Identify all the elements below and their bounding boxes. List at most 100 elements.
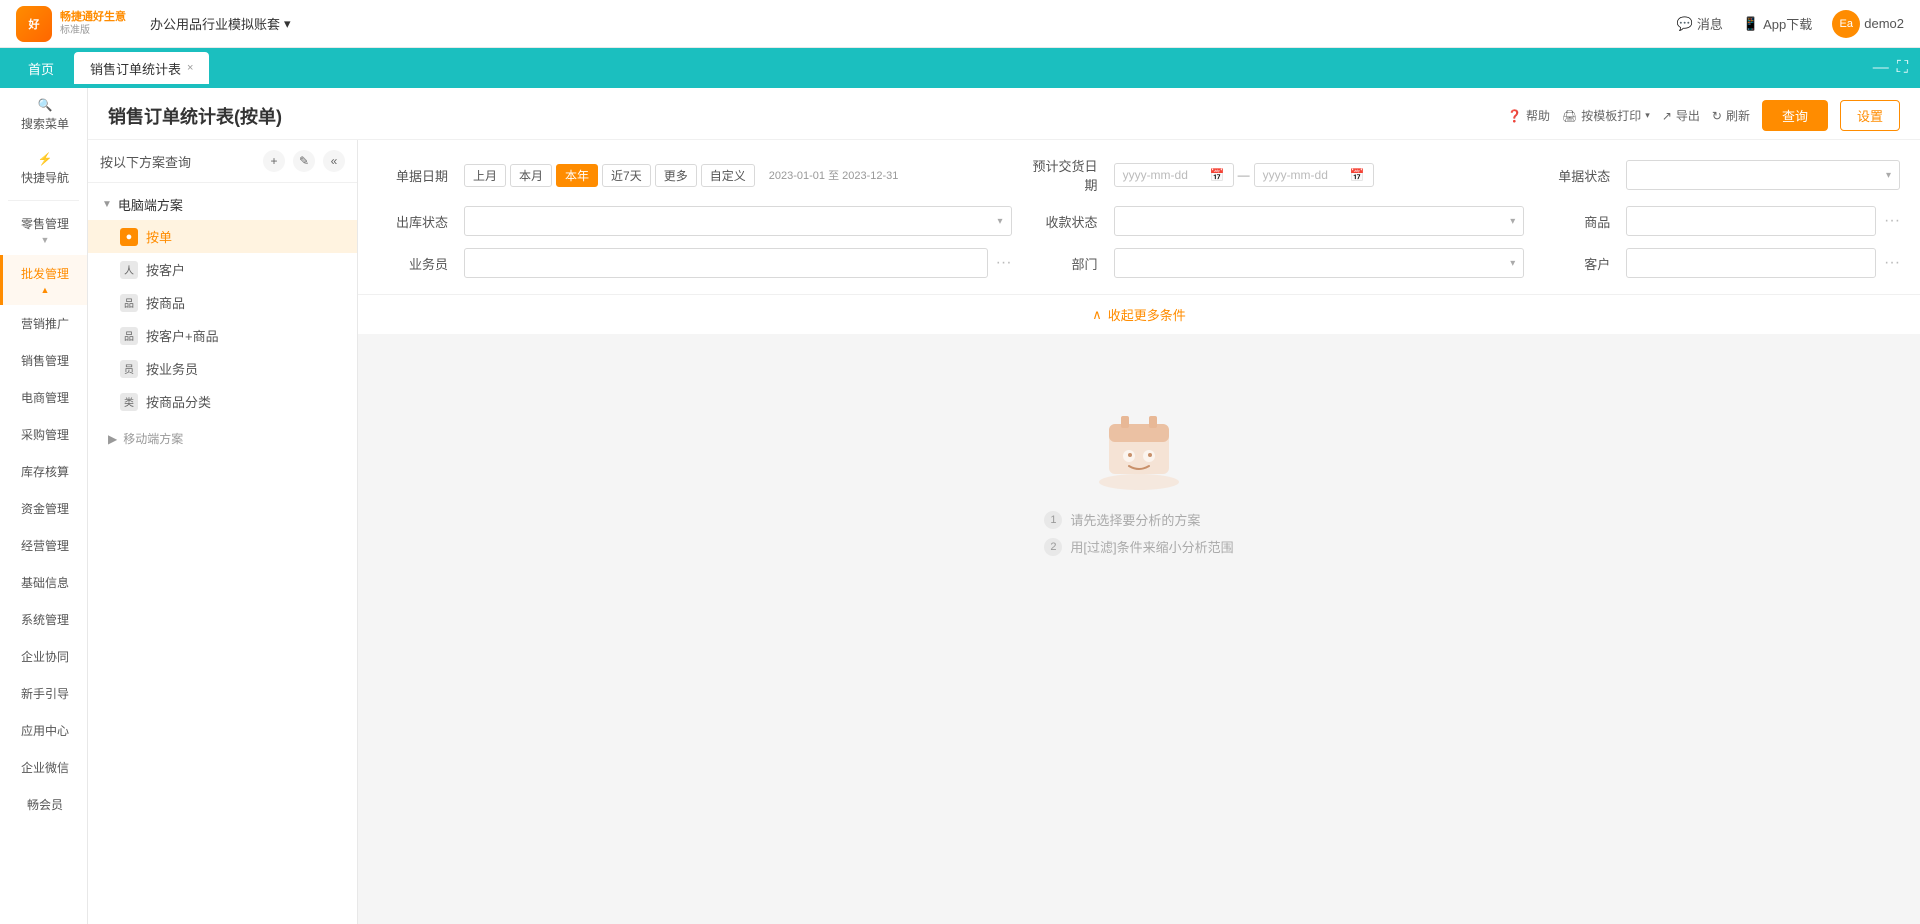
user-profile[interactable]: Ea demo2 xyxy=(1832,10,1904,38)
empty-texts: 1 请先选择要分析的方案 2 用[过滤]条件来缩小分析范围 xyxy=(1044,510,1233,556)
empty-num-2: 2 xyxy=(1044,538,1062,556)
this-month-btn[interactable]: 本月 xyxy=(510,164,552,187)
print-dropdown-icon: ▾ xyxy=(1645,110,1650,121)
department-select[interactable]: ▾ xyxy=(1114,248,1525,278)
main-layout: 🔍 搜索菜单 ⚡ 快捷导航 零售管理 ▼ 批发管理 ▲ 营销推广 销售管理 电商… xyxy=(0,88,1920,924)
scheme-item-by-customer-goods[interactable]: 品 按客户+商品 xyxy=(88,319,357,352)
pc-scheme-group: ▼ 电脑端方案 ● 按单 人 按客户 品 xyxy=(88,183,357,424)
ship-status-select[interactable]: ▾ xyxy=(464,206,1012,236)
expected-date-from[interactable]: yyyy-mm-dd 📅 xyxy=(1114,163,1234,187)
goods-select[interactable] xyxy=(1626,206,1876,236)
account-dropdown[interactable]: 办公用品行业模拟账套 ▾ xyxy=(150,14,291,33)
sidebar-item-marketing[interactable]: 营销推广 xyxy=(0,305,87,342)
expected-date-to-placeholder: yyyy-mm-dd xyxy=(1263,168,1328,182)
sidebar-item-quick-nav[interactable]: ⚡ 快捷导航 xyxy=(0,142,87,196)
empty-illustration xyxy=(1079,394,1199,494)
ship-status-arrow-icon: ▾ xyxy=(998,216,1003,227)
collapse-icon: « xyxy=(331,154,338,168)
customer-more-icon[interactable]: ··· xyxy=(1884,254,1900,272)
sidebar-item-system[interactable]: 系统管理 xyxy=(0,601,87,638)
query-button[interactable]: 查询 xyxy=(1762,100,1828,131)
edit-scheme-button[interactable]: ✎ xyxy=(293,150,315,172)
sidebar-divider-1 xyxy=(8,200,79,201)
left-panel-header: 按以下方案查询 + ✎ « xyxy=(88,140,357,183)
print-button[interactable]: 🖨 按模板打印 ▾ xyxy=(1562,107,1650,124)
sidebar-item-wechat[interactable]: 企业微信 xyxy=(0,749,87,786)
nav-tabs: 首页 销售订单统计表 × — ⛶ xyxy=(0,48,1920,88)
custom-btn[interactable]: 自定义 xyxy=(701,164,755,187)
scheme-item-by-customer[interactable]: 人 按客户 xyxy=(88,253,357,286)
sidebar-item-enterprise[interactable]: 企业协同 xyxy=(0,638,87,675)
help-button[interactable]: ❓ 帮助 xyxy=(1507,107,1550,124)
print-label: 按模板打印 xyxy=(1581,107,1641,124)
minimize-icon[interactable]: — xyxy=(1873,59,1889,77)
sidebar-item-basic[interactable]: 基础信息 xyxy=(0,564,87,601)
expected-date-to[interactable]: yyyy-mm-dd 📅 xyxy=(1254,163,1374,187)
export-button[interactable]: ↗ 导出 xyxy=(1662,107,1700,124)
ship-status-label: 出库状态 xyxy=(378,212,448,231)
payment-status-label: 收款状态 xyxy=(1028,212,1098,231)
sidebar-item-search[interactable]: 🔍 搜索菜单 xyxy=(0,88,87,142)
payment-status-select[interactable]: ▾ xyxy=(1114,206,1525,236)
calendar-to-icon: 📅 xyxy=(1350,168,1365,182)
scheme-label-by-goods: 按商品 xyxy=(146,293,185,312)
collapse-bar[interactable]: ∧ 收起更多条件 xyxy=(358,295,1920,334)
refresh-button[interactable]: ↻ 刷新 xyxy=(1712,107,1750,124)
scheme-item-by-order[interactable]: ● 按单 xyxy=(88,220,357,253)
doc-status-select[interactable]: ▾ xyxy=(1626,160,1900,190)
sidebar-item-retail[interactable]: 零售管理 ▼ xyxy=(0,205,87,255)
setting-button[interactable]: 设置 xyxy=(1840,100,1900,131)
date-filter-label: 单据日期 xyxy=(378,166,448,185)
mobile-scheme-label: 移动端方案 xyxy=(123,430,183,447)
account-name: 办公用品行业模拟账套 xyxy=(150,14,280,33)
salesperson-select[interactable] xyxy=(464,248,988,278)
home-tab-label: 首页 xyxy=(28,59,54,78)
scheme-icon-order: ● xyxy=(120,228,138,246)
fullscreen-icon[interactable]: ⛶ xyxy=(1897,59,1908,77)
sidebar-item-finance[interactable]: 资金管理 xyxy=(0,490,87,527)
scheme-label-by-customer: 按客户 xyxy=(146,260,185,279)
empty-state: 1 请先选择要分析的方案 2 用[过滤]条件来缩小分析范围 xyxy=(358,334,1920,616)
quicknav-icon: ⚡ xyxy=(38,152,53,166)
tab-home[interactable]: 首页 xyxy=(12,52,70,84)
goods-more-icon[interactable]: ··· xyxy=(1884,212,1900,230)
close-tab-icon[interactable]: × xyxy=(187,62,193,74)
this-year-btn[interactable]: 本年 xyxy=(556,164,598,187)
sidebar-item-guide[interactable]: 新手引导 xyxy=(0,675,87,712)
app-download-button[interactable]: 📱 App下载 xyxy=(1743,14,1812,33)
sidebar-item-member[interactable]: 畅会员 xyxy=(0,786,87,823)
marketing-label: 营销推广 xyxy=(21,315,69,332)
payment-status-arrow-icon: ▾ xyxy=(1510,216,1515,227)
sales-label: 销售管理 xyxy=(21,352,69,369)
sidebar-item-inventory[interactable]: 库存核算 xyxy=(0,453,87,490)
tab-sales-order-summary[interactable]: 销售订单统计表 × xyxy=(74,52,209,84)
export-label: 导出 xyxy=(1676,107,1700,124)
pc-scheme-group-header[interactable]: ▼ 电脑端方案 xyxy=(88,189,357,220)
customer-select[interactable] xyxy=(1626,248,1876,278)
scheme-item-by-goods[interactable]: 品 按商品 xyxy=(88,286,357,319)
collapse-panel-button[interactable]: « xyxy=(323,150,345,172)
sidebar-item-sales[interactable]: 销售管理 xyxy=(0,342,87,379)
last-7-days-btn[interactable]: 近7天 xyxy=(602,164,651,187)
scheme-item-by-salesperson[interactable]: 员 按业务员 xyxy=(88,352,357,385)
scheme-item-by-category[interactable]: 类 按商品分类 xyxy=(88,385,357,418)
sidebar-item-appstore[interactable]: 应用中心 xyxy=(0,712,87,749)
mobile-scheme-header[interactable]: ▶ 移动端方案 xyxy=(88,424,357,453)
last-month-btn[interactable]: 上月 xyxy=(464,164,506,187)
salesperson-more-icon[interactable]: ··· xyxy=(996,254,1012,272)
sidebar-item-ecommerce[interactable]: 电商管理 xyxy=(0,379,87,416)
doc-status-label: 单据状态 xyxy=(1540,166,1610,185)
date-quick-buttons: 上月 本月 本年 近7天 更多 自定义 xyxy=(464,164,755,187)
scheme-label-by-order: 按单 xyxy=(146,227,172,246)
empty-num-1: 1 xyxy=(1044,511,1062,529)
add-scheme-button[interactable]: + xyxy=(263,150,285,172)
sidebar-item-purchase[interactable]: 采购管理 xyxy=(0,416,87,453)
expected-date-from-placeholder: yyyy-mm-dd xyxy=(1123,168,1188,182)
message-button[interactable]: 💬 消息 xyxy=(1677,14,1723,33)
more-btn[interactable]: 更多 xyxy=(655,164,697,187)
scheme-icon-goods: 品 xyxy=(120,294,138,312)
sidebar-item-operations[interactable]: 经营管理 xyxy=(0,527,87,564)
left-scheme-panel: 按以下方案查询 + ✎ « ▼ xyxy=(88,140,358,924)
sidebar-item-wholesale[interactable]: 批发管理 ▲ xyxy=(0,255,87,305)
filter-area: 单据日期 上月 本月 本年 近7天 更多 自定义 2023-01-01 至 20… xyxy=(358,140,1920,295)
